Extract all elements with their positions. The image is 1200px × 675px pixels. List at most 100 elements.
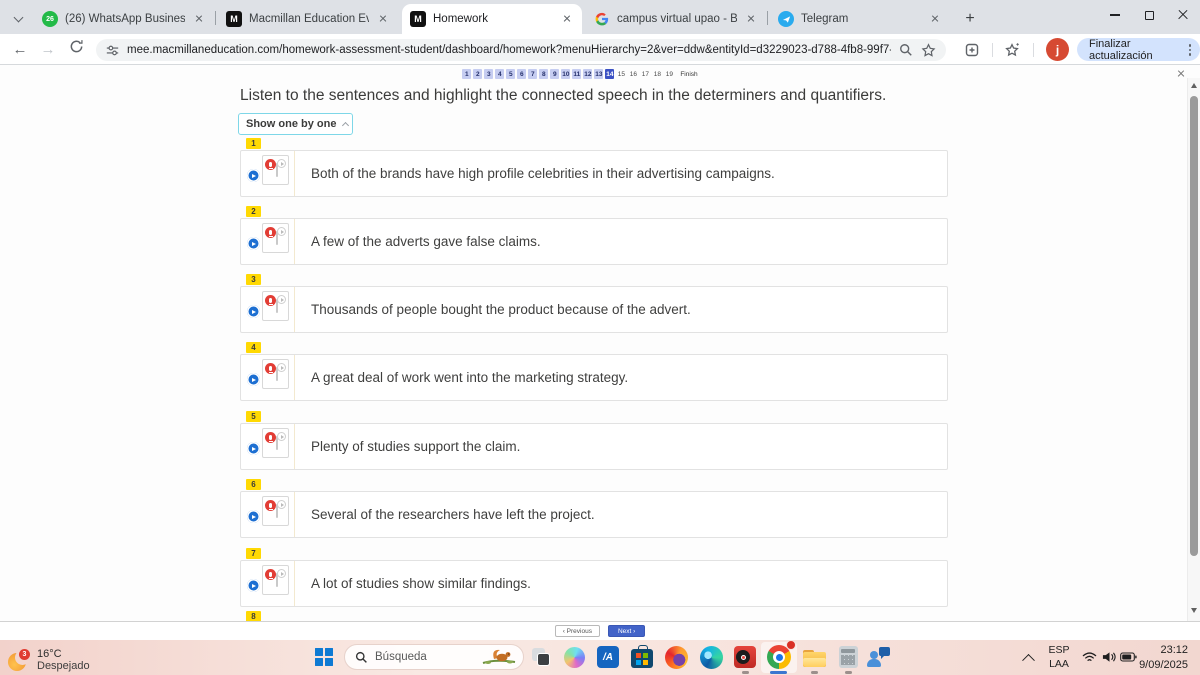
zoom-icon[interactable] xyxy=(899,43,913,57)
audio-play-button[interactable] xyxy=(247,305,260,318)
previous-button[interactable]: ‹ Previous xyxy=(554,625,600,637)
menu-kebab-icon[interactable] xyxy=(1184,41,1196,59)
sentence-text[interactable]: A lot of studies show similar findings. xyxy=(311,561,937,606)
page-number[interactable]: 1 xyxy=(462,69,472,79)
window-minimize-button[interactable] xyxy=(1098,0,1132,30)
recording-play-button[interactable] xyxy=(277,432,286,441)
page-number[interactable]: 15 xyxy=(616,71,626,78)
edge-button[interactable] xyxy=(699,645,723,669)
page-number[interactable]: 16 xyxy=(628,71,638,78)
tab-telegram[interactable]: Telegram xyxy=(770,4,950,34)
update-chrome-button[interactable]: Finalizar actualización xyxy=(1077,38,1200,62)
recording-play-button[interactable] xyxy=(277,500,286,509)
recording-play-button[interactable] xyxy=(277,227,286,236)
record-mic-button[interactable] xyxy=(265,363,276,374)
record-mic-button[interactable] xyxy=(265,227,276,238)
record-mic-button[interactable] xyxy=(265,159,276,170)
sentence-text[interactable]: Several of the researchers have left the… xyxy=(311,492,937,537)
tab-close-icon[interactable] xyxy=(192,12,206,26)
address-bar[interactable]: mee.macmillaneducation.com/homework-asse… xyxy=(96,39,946,61)
tab-google-search[interactable]: campus virtual upao - Buscar co xyxy=(586,4,766,34)
scrollbar-down-icon[interactable] xyxy=(1191,608,1197,613)
sentence-text[interactable]: Plenty of studies support the claim. xyxy=(311,424,937,469)
tab-close-icon[interactable] xyxy=(744,12,758,26)
site-settings-icon[interactable] xyxy=(106,44,119,57)
page-number[interactable]: 3 xyxy=(484,69,494,79)
collections-icon[interactable] xyxy=(963,41,981,59)
task-view-button[interactable] xyxy=(529,645,553,669)
squirrel-doodle-icon[interactable] xyxy=(481,647,517,667)
profile-avatar[interactable]: j xyxy=(1046,38,1069,61)
tab-close-icon[interactable] xyxy=(560,12,574,26)
forward-button[interactable]: → xyxy=(36,38,60,62)
window-close-button[interactable] xyxy=(1166,0,1200,30)
recording-play-button[interactable] xyxy=(277,363,286,372)
page-number-active[interactable]: 14 xyxy=(605,69,615,79)
finish-link[interactable]: Finish xyxy=(680,71,697,78)
file-explorer-button[interactable] xyxy=(802,645,826,669)
red-app-button[interactable] xyxy=(733,645,757,669)
scrollbar-up-icon[interactable] xyxy=(1191,83,1197,88)
scrollbar-thumb[interactable] xyxy=(1190,96,1198,556)
page-number[interactable]: 18 xyxy=(652,71,662,78)
sentence-text[interactable]: Thousands of people bought the product b… xyxy=(311,287,937,332)
page-number[interactable]: 9 xyxy=(550,69,560,79)
page-number[interactable]: 10 xyxy=(561,69,571,79)
page-number[interactable]: 6 xyxy=(517,69,527,79)
page-number[interactable]: 8 xyxy=(539,69,549,79)
clock-widget[interactable]: 23:12 9/09/2025 xyxy=(1126,642,1188,673)
page-number[interactable]: 19 xyxy=(664,71,674,78)
next-button[interactable]: Next › xyxy=(607,625,646,637)
microsoft-store-button[interactable] xyxy=(630,645,654,669)
sparkle-star-icon[interactable] xyxy=(1003,41,1021,59)
recording-play-button[interactable] xyxy=(277,295,286,304)
app-a-button[interactable]: /A xyxy=(596,645,620,669)
page-number[interactable]: 2 xyxy=(473,69,483,79)
calculator-button[interactable] xyxy=(836,645,860,669)
tab-search-button[interactable] xyxy=(10,9,28,27)
record-mic-button[interactable] xyxy=(265,569,276,580)
record-mic-button[interactable] xyxy=(265,295,276,306)
tab-close-icon[interactable] xyxy=(376,12,390,26)
audio-play-button[interactable] xyxy=(247,237,260,250)
firefox-button[interactable] xyxy=(664,645,688,669)
record-mic-button[interactable] xyxy=(265,432,276,443)
copilot-button[interactable] xyxy=(562,645,586,669)
sentence-text[interactable]: A great deal of work went into the marke… xyxy=(311,355,937,400)
tab-whatsapp[interactable]: 26 (26) WhatsApp Business xyxy=(34,4,214,34)
page-number[interactable]: 12 xyxy=(583,69,593,79)
audio-play-button[interactable] xyxy=(247,510,260,523)
page-scrollbar[interactable] xyxy=(1187,78,1200,621)
page-number[interactable]: 13 xyxy=(594,69,604,79)
chrome-taskbar-button[interactable] xyxy=(761,640,797,673)
taskbar-search-box[interactable]: Búsqueda xyxy=(344,644,524,670)
page-number[interactable]: 4 xyxy=(495,69,505,79)
sentence-text[interactable]: A few of the adverts gave false claims. xyxy=(311,219,937,264)
tab-macmillan-home[interactable]: M Macmillan Education Everywher xyxy=(218,4,398,34)
tab-close-icon[interactable] xyxy=(928,12,942,26)
sentence-text[interactable]: Both of the brands have high profile cel… xyxy=(311,151,937,196)
audio-play-button[interactable] xyxy=(247,579,260,592)
audio-play-button[interactable] xyxy=(247,373,260,386)
reload-button[interactable] xyxy=(64,38,88,62)
page-number[interactable]: 11 xyxy=(572,69,582,79)
page-number[interactable]: 7 xyxy=(528,69,538,79)
record-mic-button[interactable] xyxy=(265,500,276,511)
tray-expand-button[interactable] xyxy=(1016,645,1040,669)
window-maximize-button[interactable] xyxy=(1132,0,1166,30)
audio-play-button[interactable] xyxy=(247,169,260,182)
recording-play-button[interactable] xyxy=(277,159,286,168)
start-button[interactable] xyxy=(312,645,336,669)
people-chat-button[interactable] xyxy=(866,645,890,669)
language-indicator[interactable]: ESP LAA xyxy=(1044,642,1074,673)
tab-homework-active[interactable]: M Homework xyxy=(402,4,582,34)
page-number[interactable]: 5 xyxy=(506,69,516,79)
back-button[interactable]: ← xyxy=(8,38,32,62)
show-one-by-one-button[interactable]: Show one by one xyxy=(238,113,354,135)
page-number[interactable]: 17 xyxy=(640,71,650,78)
bookmark-star-icon[interactable] xyxy=(921,42,936,58)
new-tab-button[interactable]: + xyxy=(958,7,982,31)
recording-play-button[interactable] xyxy=(277,569,286,578)
pager-close-icon[interactable] xyxy=(1176,69,1186,79)
audio-play-button[interactable] xyxy=(247,442,260,455)
